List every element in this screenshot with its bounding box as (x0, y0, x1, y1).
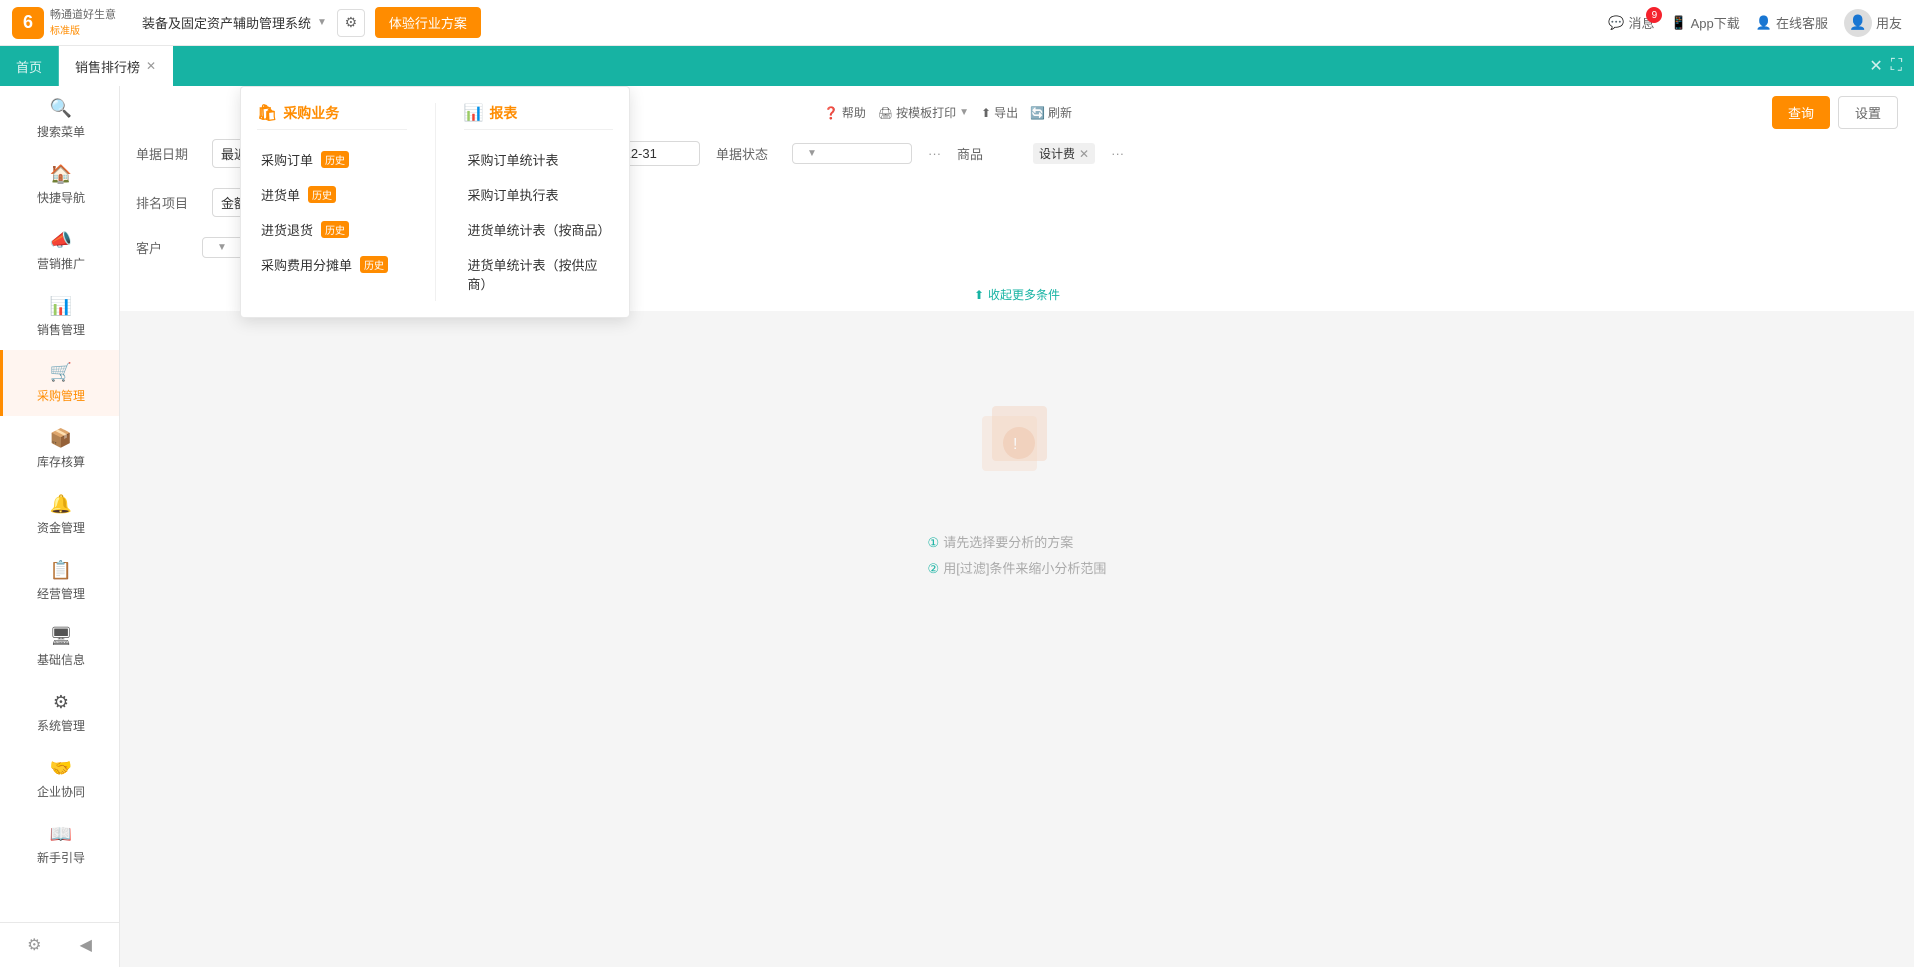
tab-actions: ✕ ⛶ (1857, 46, 1914, 86)
cart-icon: 🛒 (50, 362, 72, 383)
tab-maximize-button[interactable]: ⛶ (1891, 57, 1902, 75)
system-title: 装备及固定资产辅助管理系统 ▼ (142, 13, 327, 32)
dropdown-item-inbound-stats-supplier[interactable]: 进货单统计表（按供应商） (464, 247, 614, 301)
system-dropdown-arrow[interactable]: ▼ (317, 17, 327, 28)
top-right-actions: 💬 消息 9 📱 App下载 👤 在线客服 👤 用友 (1608, 9, 1902, 37)
dropdown-item-return[interactable]: 进货退货 历史 (257, 212, 407, 247)
sidebar-item-marketing[interactable]: 📣 营销推广 (0, 218, 119, 284)
messages-button[interactable]: 💬 消息 9 (1608, 13, 1654, 32)
tab-home[interactable]: 首页 (0, 46, 59, 86)
dropdown-item-expense[interactable]: 采购费用分摊单 历史 (257, 247, 407, 282)
user-menu-button[interactable]: 👤 用友 (1844, 9, 1902, 37)
settings-button[interactable]: ⚙ (337, 9, 365, 37)
user-avatar: 👤 (1844, 9, 1872, 37)
sidebar-item-quick[interactable]: 🏠 快捷导航 (0, 152, 119, 218)
help-button[interactable]: ❓ 帮助 (824, 104, 866, 121)
dropdown-item-purchase-order[interactable]: 采购订单 历史 (257, 142, 407, 177)
status-arrow: ▼ (807, 148, 817, 159)
dropdown-divider (435, 103, 436, 301)
empty-state: ! ①请先选择要分析的方案 ②用[过滤]条件来缩小分析范围 (120, 311, 1914, 662)
empty-illustration: ! (967, 391, 1067, 510)
query-button[interactable]: 查询 (1772, 96, 1830, 129)
sidebar-collapse-button[interactable]: ◀ (80, 935, 92, 955)
toolbar-actions: ❓ 帮助 🖨 按模板打印 ▼ ⬆ 导出 🔄 刷新 (824, 104, 1072, 121)
dropdown-item-inbound[interactable]: 进货单 历史 (257, 177, 407, 212)
setting-button[interactable]: 设置 (1838, 96, 1898, 129)
sidebar-item-basic[interactable]: 🖥 基础信息 (0, 614, 119, 680)
empty-hints: ①请先选择要分析的方案 ②用[过滤]条件来缩小分析范围 (928, 530, 1107, 582)
top-bar: 6 畅通道好生意 标准版 装备及固定资产辅助管理系统 ▼ ⚙ 体验行业方案 💬 … (0, 0, 1914, 46)
main-layout: 🔍 搜索菜单 🏠 快捷导航 📣 营销推广 📊 销售管理 🛒 采购管理 📦 (0, 86, 1914, 967)
refresh-button[interactable]: 🔄 刷新 (1030, 104, 1072, 121)
customer-label: 客户 (136, 238, 196, 257)
goods-more-btn[interactable]: ··· (1111, 146, 1124, 161)
dropdown-report-title: 📊 报表 (464, 103, 614, 130)
logo-badge: 标准版 (50, 22, 116, 37)
dropdown-col-report: 📊 报表 采购订单统计表 采购订单执行表 进货单统计表（按商品） 进货单统计表（… (464, 103, 614, 301)
sidebar-item-system[interactable]: ⚙ 系统管理 (0, 680, 119, 746)
search-icon: 🔍 (50, 98, 72, 119)
tab-sales-ranking[interactable]: 销售排行榜 ✕ (59, 46, 173, 86)
logo-area: 6 畅通道好生意 标准版 (12, 7, 132, 39)
dropdown-item-inbound-stats-goods[interactable]: 进货单统计表（按商品） (464, 212, 614, 247)
dropdown-item-order-exec[interactable]: 采购订单执行表 (464, 177, 614, 212)
sidebar-menu: 🔍 搜索菜单 🏠 快捷导航 📣 营销推广 📊 销售管理 🛒 采购管理 📦 (0, 86, 119, 922)
clipboard-icon: 📋 (50, 560, 72, 581)
tag-close-button[interactable]: ✕ (1079, 147, 1089, 161)
sidebar-item-inventory[interactable]: 📦 库存核算 (0, 416, 119, 482)
monitor-icon: 🖥 (50, 626, 73, 647)
customer-arrow: ▼ (217, 242, 227, 253)
status-select[interactable]: ▼ (792, 143, 912, 164)
sidebar-item-sales[interactable]: 📊 销售管理 (0, 284, 119, 350)
gear-icon: ⚙ (53, 692, 69, 713)
sidebar-settings-button[interactable]: ⚙ (27, 935, 41, 955)
logo-icon: 6 (12, 7, 44, 39)
report-menu-icon: 📊 (464, 103, 484, 123)
sidebar-item-search[interactable]: 🔍 搜索菜单 (0, 86, 119, 152)
tab-close-button[interactable]: ✕ (146, 59, 156, 73)
print-button[interactable]: 🖨 按模板打印 ▼ (878, 104, 969, 121)
handshake-icon: 🤝 (50, 758, 72, 779)
sidebar: 🔍 搜索菜单 🏠 快捷导航 📣 营销推广 📊 销售管理 🛒 采购管理 📦 (0, 86, 120, 967)
megaphone-icon: 📣 (50, 230, 72, 251)
industry-button[interactable]: 体验行业方案 (375, 7, 481, 38)
sidebar-item-guide[interactable]: 📖 新手引导 (0, 812, 119, 878)
app-download-button[interactable]: 📱 App下载 (1670, 13, 1739, 32)
sidebar-footer: ⚙ ◀ (0, 922, 119, 967)
dropdown-col-purchase: 🛍 采购业务 采购订单 历史 进货单 历史 进货退货 历史 采购费用分摊单 (257, 103, 407, 301)
goods-tags: 设计费 ✕ (1033, 143, 1095, 164)
tab-spacer (173, 46, 1857, 86)
logo-text: 畅通道好生意 (50, 8, 116, 22)
main-content: ❓ 帮助 🖨 按模板打印 ▼ ⬆ 导出 🔄 刷新 查询 设置 单据日期 最近7天… (120, 86, 1914, 967)
bell-icon: 🔔 (50, 494, 72, 515)
online-service-button[interactable]: 👤 在线客服 (1756, 13, 1828, 32)
export-button[interactable]: ⬆ 导出 (981, 104, 1018, 121)
status-more-btn[interactable]: ··· (928, 146, 941, 161)
purchase-menu-icon: 🛍 (257, 103, 277, 123)
dropdown-item-order-stats[interactable]: 采购订单统计表 (464, 142, 614, 177)
goods-tag-design: 设计费 ✕ (1033, 143, 1095, 164)
box-icon: 📦 (50, 428, 72, 449)
sidebar-item-enterprise[interactable]: 🤝 企业协同 (0, 746, 119, 812)
tab-minimize-button[interactable]: ✕ (1869, 56, 1882, 76)
sidebar-item-purchase[interactable]: 🛒 采购管理 (0, 350, 119, 416)
chart-icon: 📊 (50, 296, 72, 317)
sidebar-item-operations[interactable]: 📋 经营管理 (0, 548, 119, 614)
sidebar-item-finance[interactable]: 🔔 资金管理 (0, 482, 119, 548)
tab-bar: 首页 销售排行榜 ✕ ✕ ⛶ (0, 46, 1914, 86)
book-icon: 📖 (50, 824, 72, 845)
home-icon: 🏠 (50, 164, 72, 185)
date-label: 单据日期 (136, 144, 196, 163)
goods-label: 商品 (957, 144, 1017, 163)
purchase-dropdown-menu: 🛍 采购业务 采购订单 历史 进货单 历史 进货退货 历史 采购费用分摊单 (240, 86, 630, 318)
dropdown-purchase-title: 🛍 采购业务 (257, 103, 407, 130)
rank-label: 排名项目 (136, 193, 196, 212)
status-label: 单据状态 (716, 144, 776, 163)
svg-text:!: ! (1013, 436, 1017, 453)
